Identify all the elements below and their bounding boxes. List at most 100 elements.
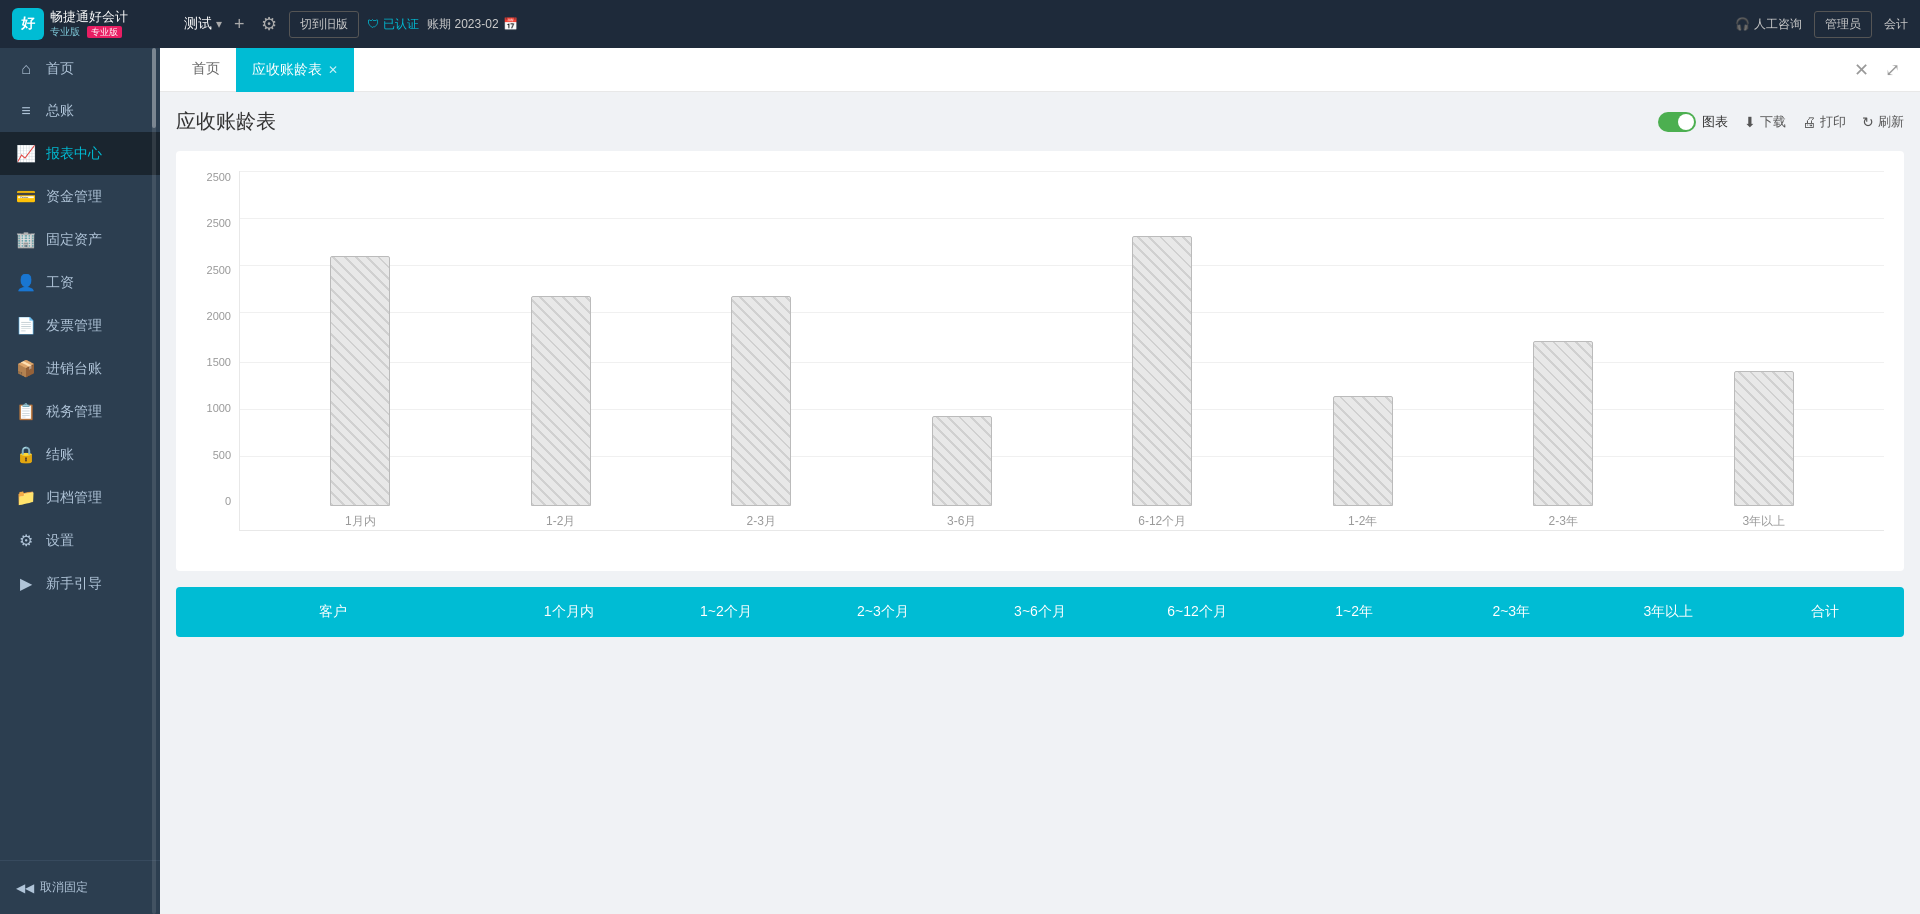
chevron-down-icon: ▾	[216, 17, 222, 31]
bar-group-1m	[330, 256, 390, 506]
sidebar-item-close[interactable]: 🔒 结账	[0, 433, 160, 476]
chart-y-axis: 2500 2500 2500 2000 1500 1000 500 0	[196, 171, 231, 531]
role-label: 会计	[1884, 16, 1908, 33]
y-label: 1000	[196, 402, 231, 414]
expand-button[interactable]: ⤢	[1881, 55, 1904, 85]
sidebar-item-assets[interactable]: 🏢 固定资产	[0, 218, 160, 261]
sidebar: ⌂ 首页 ≡ 总账 📈 报表中心 💳 资金管理 🏢 固定资产 👤 工资 📄 发票…	[0, 48, 160, 914]
table-header: 客户 1个月内 1~2个月 2~3个月 3~6个月 6~12个月 1~2年 2~…	[176, 587, 1904, 637]
x-axis: 1月内 1-2月 2-3月 3-6月 6-12个月 1-2年 2-3年 3年以上	[240, 513, 1884, 530]
x-label-6-12m: 6-12个月	[1132, 513, 1192, 530]
download-button[interactable]: ⬇ 下载	[1744, 113, 1786, 131]
sidebar-item-funds[interactable]: 💳 资金管理	[0, 175, 160, 218]
sidebar-item-wages[interactable]: 👤 工资	[0, 261, 160, 304]
tax-icon: 📋	[16, 402, 36, 421]
reports-icon: 📈	[16, 144, 36, 163]
pin-icon: ◀◀	[16, 881, 34, 895]
close-tab-button[interactable]: ✕	[1850, 55, 1873, 85]
sidebar-item-settings[interactable]: ⚙ 设置	[0, 519, 160, 562]
tab-label: 首页	[192, 60, 220, 78]
user-button[interactable]: 管理员	[1814, 11, 1872, 38]
sidebar-item-home[interactable]: ⌂ 首页	[0, 48, 160, 90]
sidebar-item-reports[interactable]: 📈 报表中心	[0, 132, 160, 175]
calendar-icon[interactable]: 📅	[503, 17, 518, 31]
y-label: 0	[196, 495, 231, 507]
sidebar-item-sales[interactable]: 📦 进销台账	[0, 347, 160, 390]
toggle-knob	[1678, 114, 1694, 130]
x-label-1m: 1月内	[330, 513, 390, 530]
switch-old-button[interactable]: 切到旧版	[289, 11, 359, 38]
sidebar-item-label: 报表中心	[46, 145, 102, 163]
period-info: 账期 2023-02 📅	[427, 16, 518, 33]
sidebar-item-tax[interactable]: 📋 税务管理	[0, 390, 160, 433]
bar-3-6m	[932, 416, 992, 506]
scroll-thumb	[152, 48, 156, 128]
sidebar-item-label: 归档管理	[46, 489, 102, 507]
x-label-2-3y: 2-3年	[1533, 513, 1593, 530]
th-2-3y: 2~3年	[1433, 587, 1590, 637]
sidebar-item-guide[interactable]: ▶ 新手引导	[0, 562, 160, 605]
th-customer: 客户	[176, 587, 490, 637]
scroll-indicator	[152, 48, 156, 914]
bar-6-12m	[1132, 236, 1192, 506]
settings-icon[interactable]: ⚙	[257, 9, 281, 39]
cancel-fixed-button[interactable]: ◀◀ 取消固定	[0, 869, 160, 906]
tab-close-icon[interactable]: ✕	[328, 63, 338, 77]
bar-group-6-12m	[1132, 236, 1192, 506]
headset-icon: 🎧	[1735, 17, 1750, 31]
support-label: 人工咨询	[1754, 16, 1802, 33]
tab-bar: 首页 应收账龄表 ✕ ✕ ⤢	[160, 48, 1920, 92]
download-icon: ⬇	[1744, 114, 1756, 130]
sales-icon: 📦	[16, 359, 36, 378]
sidebar-item-archive[interactable]: 📁 归档管理	[0, 476, 160, 519]
sidebar-item-label: 结账	[46, 446, 74, 464]
page-title: 应收账龄表	[176, 108, 276, 135]
sidebar-item-label: 新手引导	[46, 575, 102, 593]
chart-container: 2500 2500 2500 2000 1500 1000 500 0	[176, 151, 1904, 571]
logo-icon: 好	[12, 8, 44, 40]
content-area: 首页 应收账龄表 ✕ ✕ ⤢ 应收账龄表	[160, 48, 1920, 914]
support-button[interactable]: 🎧 人工咨询	[1735, 16, 1802, 33]
toggle-label: 图表	[1702, 113, 1728, 131]
header-center: 测试 ▾ + ⚙ 切到旧版 🛡 已认证 账期 2023-02 📅	[172, 9, 1735, 39]
y-label: 1500	[196, 356, 231, 368]
th-total: 合计	[1747, 587, 1904, 637]
bars-area	[240, 171, 1884, 506]
app-sub-label: 专业版	[50, 26, 80, 37]
logo-area: 好 畅捷通好会计 专业版 专业版	[12, 8, 172, 40]
cancel-fixed-label: 取消固定	[40, 879, 88, 896]
period-label: 账期	[427, 16, 451, 33]
gear-icon: ⚙	[16, 531, 36, 550]
sidebar-item-invoices[interactable]: 📄 发票管理	[0, 304, 160, 347]
chart-toggle[interactable]: 图表	[1658, 112, 1728, 132]
funds-icon: 💳	[16, 187, 36, 206]
print-label: 打印	[1820, 113, 1846, 131]
table-area: 客户 1个月内 1~2个月 2~3个月 3~6个月 6~12个月 1~2年 2~…	[176, 587, 1904, 637]
shield-icon: 🛡	[367, 17, 379, 31]
page-actions: 图表 ⬇ 下载 🖨 打印 ↻ 刷新	[1658, 112, 1904, 132]
sidebar-item-label: 固定资产	[46, 231, 102, 249]
sidebar-item-label: 进销台账	[46, 360, 102, 378]
print-button[interactable]: 🖨 打印	[1802, 113, 1846, 131]
th-1-2m: 1~2个月	[647, 587, 804, 637]
toggle-track[interactable]	[1658, 112, 1696, 132]
page-content: 应收账龄表 图表 ⬇ 下载 🖨 打印	[160, 92, 1920, 914]
add-button[interactable]: +	[230, 10, 249, 39]
assets-icon: 🏢	[16, 230, 36, 249]
tab-home[interactable]: 首页	[176, 48, 236, 92]
company-selector[interactable]: 测试 ▾	[184, 15, 222, 33]
refresh-button[interactable]: ↻ 刷新	[1862, 113, 1904, 131]
bar-3y	[1734, 371, 1794, 506]
sidebar-item-ledger[interactable]: ≡ 总账	[0, 90, 160, 132]
th-3y: 3年以上	[1590, 587, 1747, 637]
print-icon: 🖨	[1802, 114, 1816, 130]
bar-1-2m	[531, 296, 591, 506]
close-accounts-icon: 🔒	[16, 445, 36, 464]
page-header: 应收账龄表 图表 ⬇ 下载 🖨 打印	[176, 108, 1904, 135]
tab-label: 应收账龄表	[252, 61, 322, 79]
tab-ar-aging[interactable]: 应收账龄表 ✕	[236, 48, 354, 92]
sidebar-item-label: 工资	[46, 274, 74, 292]
th-2-3m: 2~3个月	[804, 587, 961, 637]
bar-1m	[330, 256, 390, 506]
logo-text: 畅捷通好会计 专业版 专业版	[50, 9, 128, 39]
